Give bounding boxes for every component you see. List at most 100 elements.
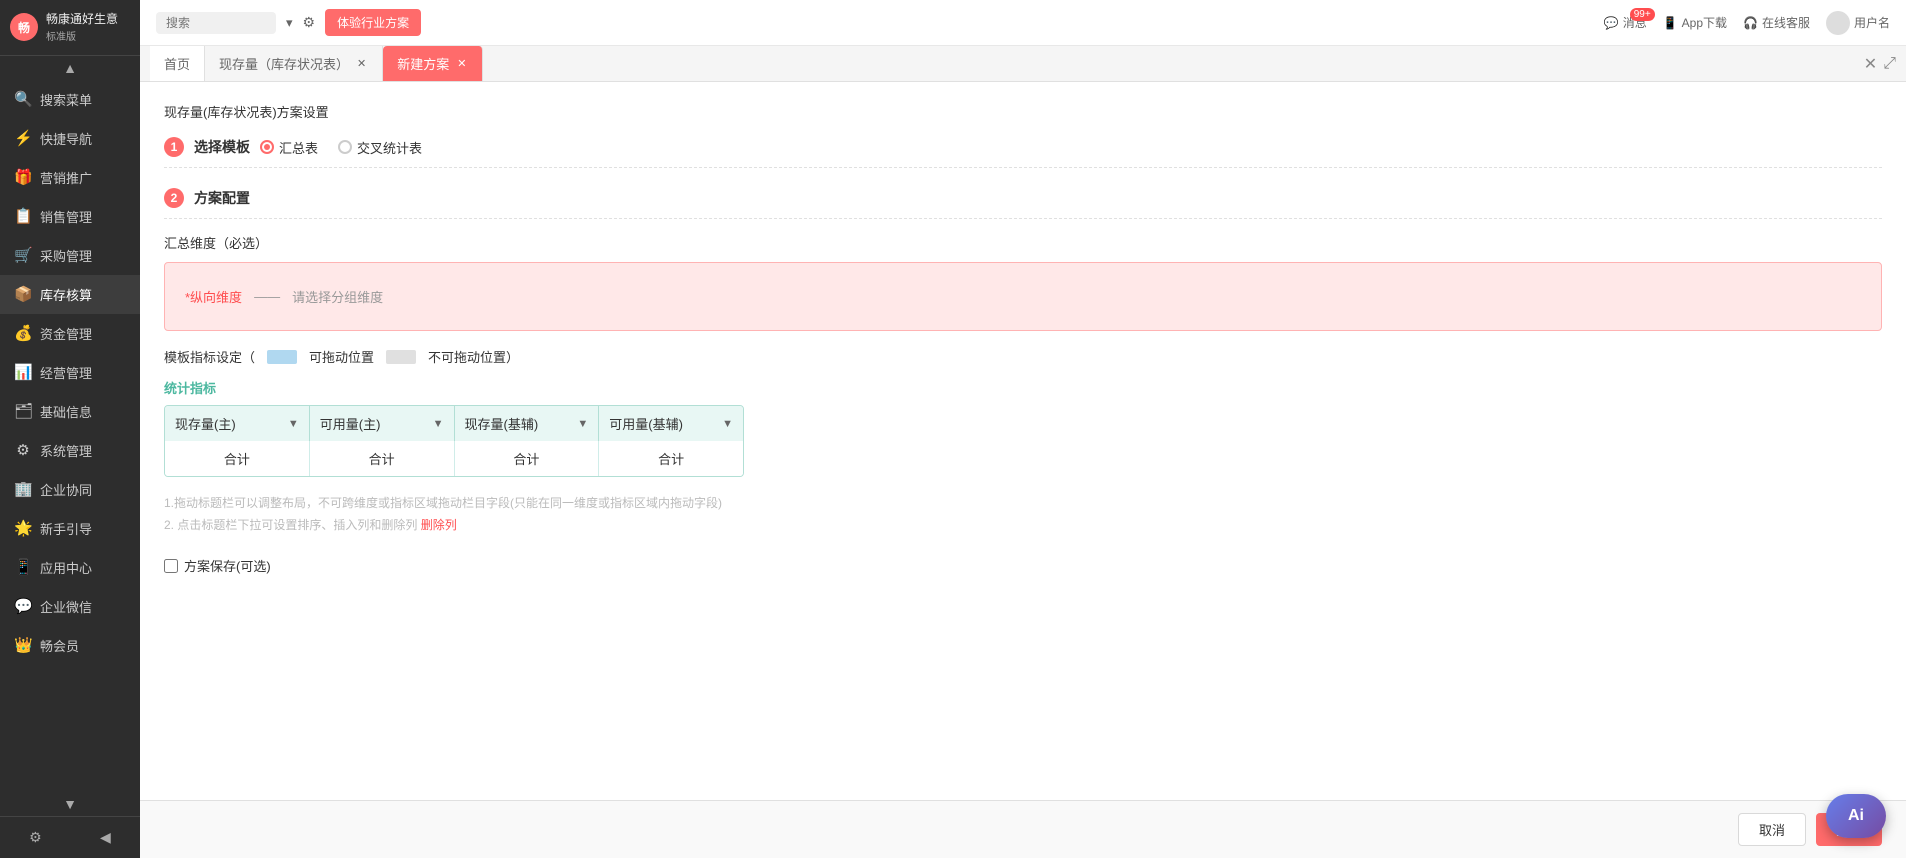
sidebar-bottom: ⚙ ◀ [0,816,140,858]
settings-button[interactable]: ⚙ [21,825,50,850]
sidebar-item-label: 企业微信 [40,597,92,616]
sidebar-item-inventory[interactable]: 📦 库存核算 [0,275,140,314]
cell-1: 合计 [310,441,455,476]
tab-inventory-status[interactable]: 现存量（库存状况表） ✕ [205,46,383,81]
sidebar-item-label: 库存核算 [40,285,92,304]
sidebar-item-sales[interactable]: 📋 销售管理 [0,197,140,236]
sidebar-item-business[interactable]: 📊 经营管理 [0,353,140,392]
user-profile-button[interactable]: 用户名 [1826,11,1890,35]
sidebar-scroll-down[interactable]: ▼ [0,792,140,816]
sidebar-item-label: 新手引导 [40,519,92,538]
dimension-title: 汇总维度（必选） [164,233,1882,252]
summary-radio[interactable] [260,140,274,154]
sidebar-item-label: 销售管理 [40,207,92,226]
indicator-row: 模板指标设定（ 可拖动位置 不可拖动位置） [164,347,1882,366]
dimension-box: *纵向维度 —— 请选择分组维度 [164,262,1882,331]
quick-nav-icon: ⚡ [14,129,32,147]
sidebar-scroll-up[interactable]: ▲ [0,56,140,80]
online-service-button[interactable]: 🎧 在线客服 [1743,14,1810,31]
collapse-button[interactable]: ◀ [92,825,119,850]
stats-table-body: 合计 合计 合计 合计 [165,441,743,476]
basic-info-icon: 🗂 [14,402,32,420]
gear-button[interactable]: ⚙ [303,14,316,31]
purchase-icon: 🛒 [14,246,32,264]
tab-new-scheme[interactable]: 新建方案 ✕ [383,46,483,81]
template-summary-option[interactable]: 汇总表 [260,138,318,157]
col-0-chevron-icon[interactable]: ▼ [288,418,299,430]
sidebar-item-system[interactable]: ⚙ 系统管理 [0,431,140,470]
tab-close-all-button[interactable]: ✕ [1864,54,1877,74]
sidebar-item-label: 资金管理 [40,324,92,343]
col-0-label: 现存量(主) [175,414,236,433]
col-0[interactable]: 现存量(主) ▼ [165,406,310,441]
topbar: ▾ ⚙ 体验行业方案 💬 消息 99+ 📱 App下载 🎧 在线客服 用户名 [140,0,1906,46]
crosstab-radio[interactable] [338,140,352,154]
scheme-save: 方案保存(可选) [164,556,1882,575]
col-1-chevron-icon[interactable]: ▼ [433,418,444,430]
topbar-right: 💬 消息 99+ 📱 App下载 🎧 在线客服 用户名 [1604,11,1890,35]
experience-button[interactable]: 体验行业方案 [325,9,421,36]
sidebar-item-enterprise[interactable]: 🏢 企业协同 [0,470,140,509]
message-button[interactable]: 💬 消息 99+ [1604,14,1647,31]
step1-badge: 1 [164,137,184,157]
col-3[interactable]: 可用量(基辅) ▼ [599,406,743,441]
sidebar-item-newbie[interactable]: 🌟 新手引导 [0,509,140,548]
step2-badge: 2 [164,188,184,208]
dimension-placeholder: 请选择分组维度 [292,287,383,306]
tip-0: 1.拖动标题栏可以调整布局，不可跨维度或指标区域拖动栏目字段(只能在同一维度或指… [164,493,1882,515]
tab-home[interactable]: 首页 [150,46,205,81]
sidebar-item-label: 系统管理 [40,441,92,460]
app-edition: 标准版 [46,28,118,43]
search-input[interactable] [156,12,276,34]
col-3-chevron-icon[interactable]: ▼ [722,418,733,430]
col-1-label: 可用量(主) [320,414,381,433]
stats-table-header: 现存量(主) ▼ 可用量(主) ▼ 现存量(基辅) ▼ 可用量(基辅) ▼ [165,406,743,441]
col-2-chevron-icon[interactable]: ▼ [577,418,588,430]
sidebar-item-label: 基础信息 [40,402,92,421]
business-icon: 📊 [14,363,32,381]
sidebar-item-wechat[interactable]: 💬 企业微信 [0,587,140,626]
sidebar-item-quick-nav[interactable]: ⚡ 快捷导航 [0,119,140,158]
tab-expand-button[interactable]: ⤢ [1883,54,1896,74]
scheme-save-checkbox[interactable] [164,559,178,573]
template-crosstab-option[interactable]: 交叉统计表 [338,138,422,157]
service-label: 在线客服 [1762,14,1810,31]
sidebar-item-marketing[interactable]: 🎁 营销推广 [0,158,140,197]
sidebar-item-app-center[interactable]: 📱 应用中心 [0,548,140,587]
app-logo-icon: 畅 [10,13,38,41]
dimension-dash: —— [254,289,280,304]
wechat-icon: 💬 [14,597,32,615]
sidebar-item-label: 企业协同 [40,480,92,499]
cell-2: 合计 [455,441,600,476]
sidebar-item-member[interactable]: 👑 畅会员 [0,626,140,665]
search-menu-icon: 🔍 [14,90,32,108]
step1-header: 1 选择模板 汇总表 交叉统计表 [164,137,1882,168]
cancel-button[interactable]: 取消 [1738,813,1806,846]
sidebar-item-purchase[interactable]: 🛒 采购管理 [0,236,140,275]
page-title: 现存量(库存状况表)方案设置 [164,102,1882,121]
message-badge: 99+ [1630,8,1655,21]
system-icon: ⚙ [14,441,32,459]
col-2[interactable]: 现存量(基辅) ▼ [455,406,600,441]
step2-title: 方案配置 [194,188,250,208]
sidebar-item-label: 应用中心 [40,558,92,577]
tab-inventory-close[interactable]: ✕ [355,57,368,70]
tabs-bar: 首页 现存量（库存状况表） ✕ 新建方案 ✕ ✕ ⤢ [140,46,1906,82]
sidebar-item-basic-info[interactable]: 🗂 基础信息 [0,392,140,431]
ai-float-button[interactable]: Ai [1826,794,1886,838]
tab-right-buttons: ✕ ⤢ [1864,54,1896,74]
app-download-button[interactable]: 📱 App下载 [1663,14,1727,31]
sidebar: 畅 畅康通好生意 标准版 ▲ 🔍 搜索菜单 ⚡ 快捷导航 🎁 营销推广 📋 销售… [0,0,140,858]
col-3-label: 可用量(基辅) [609,414,683,433]
dropdown-button[interactable]: ▾ [286,15,293,31]
sidebar-item-label: 采购管理 [40,246,92,265]
tab-new-scheme-close[interactable]: ✕ [455,57,468,70]
sidebar-nav: 🔍 搜索菜单 ⚡ 快捷导航 🎁 营销推广 📋 销售管理 🛒 采购管理 📦 库存核… [0,80,140,792]
finance-icon: 💰 [14,324,32,342]
col-1[interactable]: 可用量(主) ▼ [310,406,455,441]
content-area: 现存量(库存状况表)方案设置 1 选择模板 汇总表 交叉统计表 [140,82,1906,800]
sidebar-item-search-menu[interactable]: 🔍 搜索菜单 [0,80,140,119]
sidebar-item-finance[interactable]: 💰 资金管理 [0,314,140,353]
crosstab-label: 交叉统计表 [357,138,422,157]
app-download-icon: 📱 [1663,16,1678,30]
